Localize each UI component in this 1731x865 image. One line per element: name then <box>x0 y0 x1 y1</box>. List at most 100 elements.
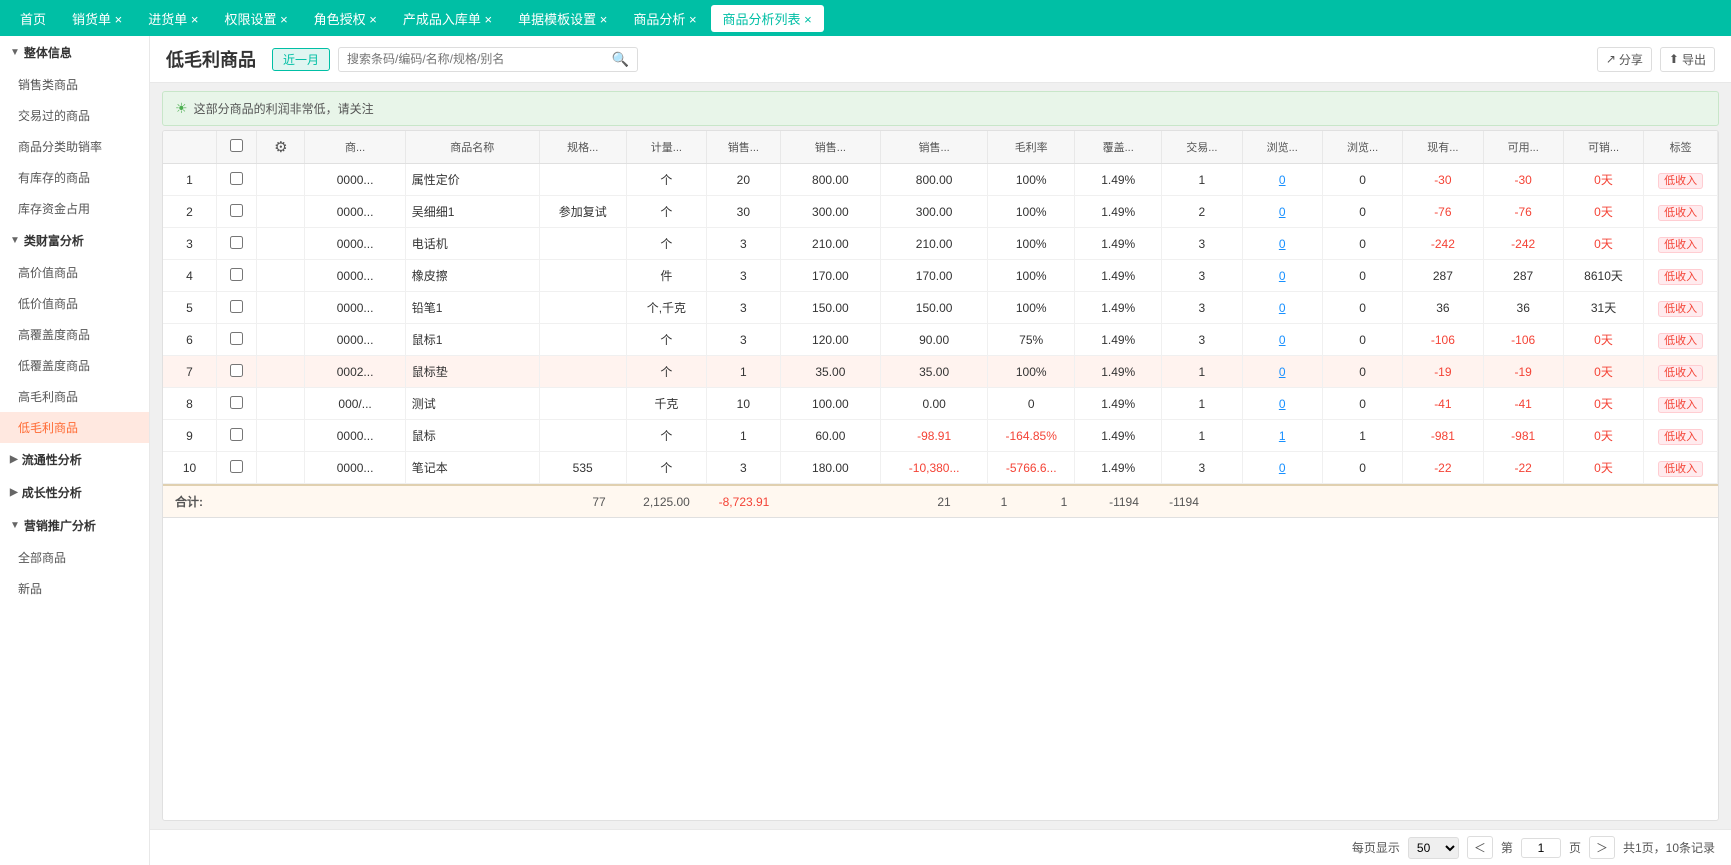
col-header-sale-qty[interactable]: 销售... <box>707 131 781 164</box>
row-checkbox[interactable] <box>230 172 243 185</box>
row-checkbox[interactable] <box>230 396 243 409</box>
sidebar-group-overall[interactable]: ▼ 整体信息 <box>0 36 149 69</box>
sidebar-item-category-rate[interactable]: 商品分类助销率 <box>0 131 149 162</box>
cell-checkbox[interactable] <box>217 324 257 356</box>
search-icon[interactable]: 🔍 <box>612 51 629 68</box>
nav-analysis[interactable]: 商品分析 × <box>621 5 708 32</box>
col-header-spec[interactable]: 规格... <box>539 131 626 164</box>
col-header-stock[interactable]: 现有... <box>1403 131 1483 164</box>
cell-idx: 4 <box>163 260 217 292</box>
prev-page-button[interactable]: ＜ <box>1467 836 1493 859</box>
cell-code: 0002... <box>305 356 405 388</box>
footer-view1: 1 <box>974 495 1034 509</box>
cell-settings <box>257 420 305 452</box>
nav-products[interactable]: 产成品入库单 × <box>391 5 504 32</box>
nav-permissions[interactable]: 权限设置 × <box>212 5 299 32</box>
sidebar-group-circulation[interactable]: ▶ 流通性分析 <box>0 443 149 476</box>
share-button[interactable]: ↗ 分享 <box>1597 47 1652 72</box>
sidebar-item-high-margin[interactable]: 高毛利商品 <box>0 381 149 412</box>
cell-checkbox[interactable] <box>217 356 257 388</box>
sidebar-item-traded[interactable]: 交易过的商品 <box>0 100 149 131</box>
nav-analysis-list[interactable]: 商品分析列表 × <box>711 5 824 32</box>
col-header-sale-profit[interactable]: 销售... <box>881 131 988 164</box>
sidebar-item-in-stock[interactable]: 有库存的商品 <box>0 162 149 193</box>
page-input[interactable] <box>1521 838 1561 858</box>
cell-checkbox[interactable] <box>217 292 257 324</box>
sidebar-item-high-coverage[interactable]: 高覆盖度商品 <box>0 319 149 350</box>
sidebar-item-high-value[interactable]: 高价值商品 <box>0 257 149 288</box>
col-header-code[interactable]: 商... <box>305 131 405 164</box>
cell-stock: 36 <box>1403 292 1483 324</box>
cell-view1[interactable]: 0 <box>1242 164 1322 196</box>
cell-unit: 个 <box>626 356 706 388</box>
col-header-settings[interactable]: ⚙ <box>257 131 305 164</box>
col-header-checkbox[interactable] <box>217 131 257 164</box>
col-header-tag[interactable]: 标签 <box>1644 131 1718 164</box>
row-checkbox[interactable] <box>230 268 243 281</box>
period-tag-button[interactable]: 近一月 <box>272 48 330 71</box>
cell-stock: -19 <box>1403 356 1483 388</box>
next-page-button[interactable]: ＞ <box>1589 836 1615 859</box>
row-checkbox[interactable] <box>230 364 243 377</box>
sidebar-item-stock-funds[interactable]: 库存资金占用 <box>0 193 149 224</box>
footer-sale-qty: 77 <box>569 495 629 509</box>
cell-view1[interactable]: 0 <box>1242 388 1322 420</box>
cell-view1[interactable]: 1 <box>1242 420 1322 452</box>
cell-view1[interactable]: 0 <box>1242 356 1322 388</box>
cell-view1[interactable]: 0 <box>1242 196 1322 228</box>
sidebar-item-all-products[interactable]: 全部商品 <box>0 542 149 573</box>
row-checkbox[interactable] <box>230 460 243 473</box>
cell-view1[interactable]: 0 <box>1242 292 1322 324</box>
sidebar-item-low-value[interactable]: 低价值商品 <box>0 288 149 319</box>
col-header-view2[interactable]: 浏览... <box>1322 131 1402 164</box>
col-header-avail[interactable]: 可用... <box>1483 131 1563 164</box>
cell-view2: 0 <box>1322 196 1402 228</box>
cell-view1[interactable]: 0 <box>1242 452 1322 484</box>
arrow-icon-3: ▶ <box>10 454 18 465</box>
cell-checkbox[interactable] <box>217 452 257 484</box>
col-header-margin[interactable]: 覆盖... <box>1075 131 1162 164</box>
sidebar-group-growth[interactable]: ▶ 成长性分析 <box>0 476 149 509</box>
nav-home[interactable]: 首页 <box>8 5 58 32</box>
row-checkbox[interactable] <box>230 236 243 249</box>
cell-spec <box>539 228 626 260</box>
cell-settings <box>257 388 305 420</box>
export-button[interactable]: ⬆ 导出 <box>1660 47 1715 72</box>
cell-trade: 1 <box>1162 420 1242 452</box>
sidebar-item-low-coverage[interactable]: 低覆盖度商品 <box>0 350 149 381</box>
row-checkbox[interactable] <box>230 332 243 345</box>
row-checkbox[interactable] <box>230 204 243 217</box>
select-all-checkbox[interactable] <box>230 139 243 152</box>
sidebar-group-marketing[interactable]: ▼ 营销推广分析 <box>0 509 149 542</box>
cell-checkbox[interactable] <box>217 228 257 260</box>
col-header-unit[interactable]: 计量... <box>626 131 706 164</box>
cell-view1[interactable]: 0 <box>1242 228 1322 260</box>
col-header-view1[interactable]: 浏览... <box>1242 131 1322 164</box>
sidebar-item-low-margin[interactable]: 低毛利商品 <box>0 412 149 443</box>
row-checkbox[interactable] <box>230 300 243 313</box>
per-page-select[interactable]: 50 100 200 <box>1408 837 1459 859</box>
share-label: 分享 <box>1619 51 1643 68</box>
nav-roles[interactable]: 角色授权 × <box>302 5 389 32</box>
col-header-profit-rate[interactable]: 毛利率 <box>988 131 1075 164</box>
cell-checkbox[interactable] <box>217 164 257 196</box>
sidebar-group-wealth[interactable]: ▼ 类财富分析 <box>0 224 149 257</box>
col-header-sale-days[interactable]: 可销... <box>1563 131 1643 164</box>
col-header-trade[interactable]: 交易... <box>1162 131 1242 164</box>
col-header-sale-amt[interactable]: 销售... <box>780 131 880 164</box>
cell-checkbox[interactable] <box>217 388 257 420</box>
cell-view1[interactable]: 0 <box>1242 324 1322 356</box>
cell-stock: -981 <box>1403 420 1483 452</box>
cell-checkbox[interactable] <box>217 260 257 292</box>
sidebar-item-sales-products[interactable]: 销售类商品 <box>0 69 149 100</box>
col-header-name[interactable]: 商品名称 <box>405 131 539 164</box>
row-checkbox[interactable] <box>230 428 243 441</box>
nav-template[interactable]: 单据模板设置 × <box>506 5 619 32</box>
cell-view1[interactable]: 0 <box>1242 260 1322 292</box>
cell-checkbox[interactable] <box>217 196 257 228</box>
nav-sales[interactable]: 销货单 × <box>60 5 134 32</box>
search-input[interactable] <box>347 52 612 66</box>
cell-checkbox[interactable] <box>217 420 257 452</box>
nav-purchase[interactable]: 进货单 × <box>136 5 210 32</box>
sidebar-item-new-products[interactable]: 新品 <box>0 573 149 604</box>
